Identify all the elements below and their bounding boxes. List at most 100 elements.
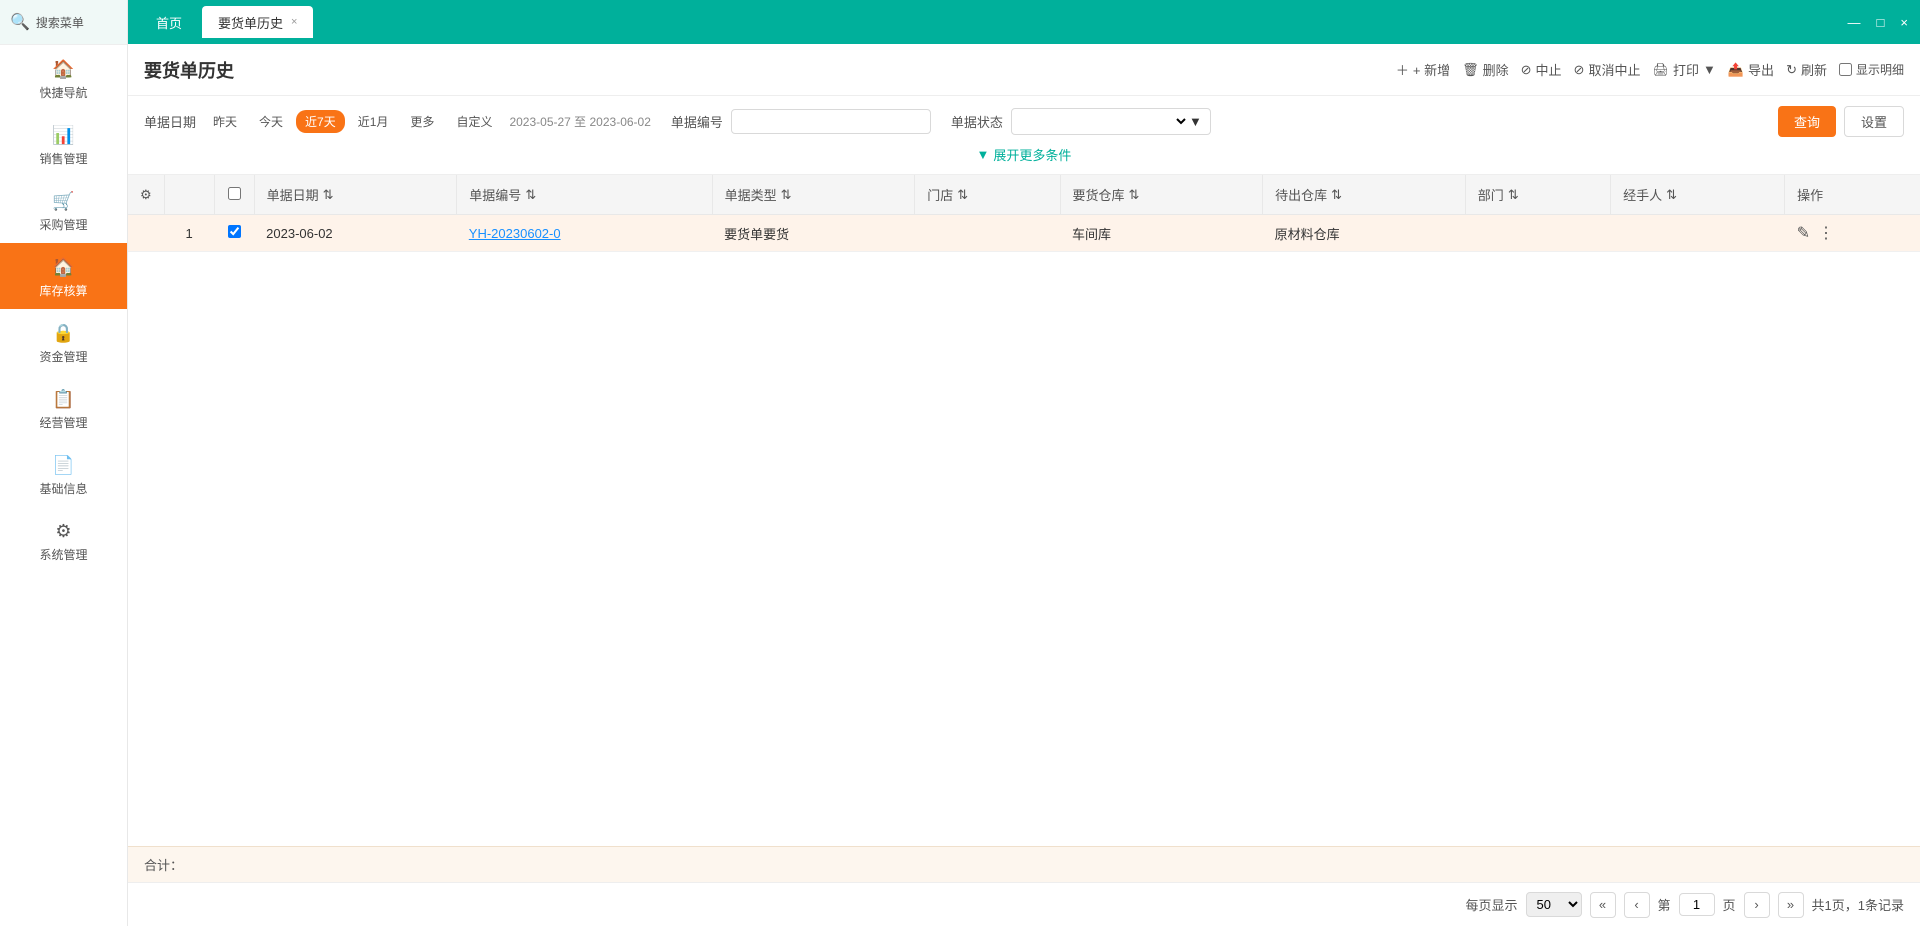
table-container: ⚙ 单据日期 ⇅: [128, 175, 1920, 846]
sidebar-item-label: 经营管理: [39, 414, 87, 431]
window-maximize-button[interactable]: □: [1877, 15, 1885, 30]
td-num: 1: [164, 215, 214, 252]
last-page-button[interactable]: »: [1778, 892, 1804, 918]
edit-action-button[interactable]: ✎: [1797, 223, 1810, 243]
header-actions: ＋ + 新增 🗑 删除 ⊘ 中止 ⊘ 取消中止 🖨 打印: [1396, 60, 1904, 79]
display-detail-check-input[interactable]: [1839, 63, 1852, 76]
td-pending-warehouse: 原材料仓库: [1263, 215, 1466, 252]
th-req-warehouse[interactable]: 要货仓库 ⇅: [1060, 175, 1263, 215]
sidebar-item-inventory[interactable]: 🏠 库存核算: [0, 243, 127, 309]
refresh-button[interactable]: ↻ 刷新: [1786, 60, 1827, 79]
jump-label: 第: [1658, 895, 1671, 914]
tab-home[interactable]: 首页: [140, 6, 198, 38]
prev-page-button[interactable]: ‹: [1624, 892, 1650, 918]
print-icon: 🖨: [1652, 62, 1669, 78]
first-page-button[interactable]: «: [1590, 892, 1616, 918]
td-date: 2023-06-02: [254, 215, 457, 252]
next-page-button[interactable]: ›: [1744, 892, 1770, 918]
last-page-icon: »: [1787, 897, 1794, 912]
sort-icon: ⇅: [1129, 187, 1140, 203]
td-bill-type: 要货单要货: [712, 215, 915, 252]
sidebar-item-label: 库存核算: [39, 282, 87, 299]
expand-label: 展开更多条件: [993, 145, 1071, 164]
th-date[interactable]: 单据日期 ⇅: [254, 175, 457, 215]
th-settings[interactable]: ⚙: [128, 175, 164, 215]
delete-button[interactable]: 🗑 删除: [1462, 60, 1509, 79]
th-action: 操作: [1785, 175, 1920, 215]
th-check: [214, 175, 254, 215]
td-store: [915, 215, 1060, 252]
topbar: 首页 要货单历史 × — □ ×: [128, 0, 1920, 44]
prev-page-icon: ‹: [1634, 897, 1638, 912]
basic-info-icon: 📄: [52, 455, 74, 476]
sort-icon: ⇅: [957, 187, 968, 203]
date-btn-7days[interactable]: 近7天: [296, 110, 345, 133]
date-btn-1month[interactable]: 近1月: [349, 110, 398, 133]
operation-icon: 📋: [52, 389, 74, 410]
sidebar-item-purchase[interactable]: 🛒 采购管理: [0, 177, 127, 243]
th-dept[interactable]: 部门 ⇅: [1465, 175, 1610, 215]
sidebar-search[interactable]: 🔍 搜索菜单: [0, 0, 127, 45]
cancel-stop-button[interactable]: ⊘ 取消中止: [1574, 60, 1641, 79]
th-pending-warehouse[interactable]: 待出仓库 ⇅: [1263, 175, 1466, 215]
td-settings: [128, 215, 164, 252]
sidebar-item-label: 基础信息: [39, 480, 87, 497]
bill-no-link[interactable]: YH-20230602-0: [469, 226, 561, 241]
date-filter-buttons: 昨天 今天 近7天 近1月 更多 自定义: [204, 110, 501, 133]
sidebar-item-finance[interactable]: 🔒 资金管理: [0, 309, 127, 375]
tab-active[interactable]: 要货单历史 ×: [202, 6, 313, 38]
stop-icon: ⊘: [1521, 62, 1532, 78]
sidebar-search-label: 搜索菜单: [36, 14, 84, 31]
display-detail-checkbox[interactable]: 显示明细: [1839, 61, 1904, 78]
select-all-checkbox[interactable]: [228, 187, 241, 200]
sidebar-item-sales[interactable]: 📊 销售管理: [0, 111, 127, 177]
more-action-button[interactable]: ⋮: [1818, 223, 1834, 243]
filter-row-expand: ▼ 展开更多条件: [144, 145, 1904, 164]
home-icon: 🏠: [52, 59, 74, 80]
date-btn-custom[interactable]: 自定义: [447, 110, 501, 133]
query-button[interactable]: 查询: [1778, 106, 1836, 137]
td-action: ✎ ⋮: [1785, 215, 1920, 252]
page-number-input[interactable]: [1679, 893, 1715, 916]
sidebar-item-basic-info[interactable]: 📄 基础信息: [0, 441, 127, 507]
sidebar-item-label: 资金管理: [39, 348, 87, 365]
new-button[interactable]: ＋ + 新增: [1396, 60, 1450, 79]
page-size-select[interactable]: 50 10 20 100: [1526, 892, 1582, 917]
bill-status-label: 单据状态: [951, 112, 1003, 131]
sort-icon: ⇅: [1331, 187, 1342, 203]
th-handler[interactable]: 经手人 ⇅: [1611, 175, 1785, 215]
date-btn-yesterday[interactable]: 昨天: [204, 110, 246, 133]
date-btn-more[interactable]: 更多: [401, 110, 443, 133]
th-bill-type[interactable]: 单据类型 ⇅: [712, 175, 915, 215]
sidebar-item-quick-nav[interactable]: 🏠 快捷导航: [0, 45, 127, 111]
sidebar-item-label: 快捷导航: [39, 84, 87, 101]
sidebar-item-label: 采购管理: [39, 216, 87, 233]
table-body: 1 2023-06-02 YH-20230602-0 要货单要货 车间库 原材料…: [128, 215, 1920, 252]
sidebar-item-label: 销售管理: [39, 150, 87, 167]
settings-button[interactable]: 设置: [1844, 106, 1904, 137]
stop-button[interactable]: ⊘ 中止: [1521, 60, 1562, 79]
topbar-right-actions: — □ ×: [1848, 15, 1908, 30]
date-btn-today[interactable]: 今天: [250, 110, 292, 133]
print-button[interactable]: 🖨 打印 ▼: [1652, 60, 1715, 79]
th-store[interactable]: 门店 ⇅: [915, 175, 1060, 215]
export-button[interactable]: 📤 导出: [1728, 60, 1774, 79]
sidebar-item-system[interactable]: ⚙ 系统管理: [0, 507, 127, 573]
bill-status-select-wrapper[interactable]: ▼: [1011, 108, 1211, 135]
window-close-button[interactable]: ×: [1900, 15, 1908, 30]
th-bill-no[interactable]: 单据编号 ⇅: [457, 175, 712, 215]
row-checkbox[interactable]: [228, 225, 241, 238]
display-detail-label: 显示明细: [1856, 61, 1904, 78]
sort-icon: ⇅: [525, 187, 536, 203]
print-dropdown-icon: ▼: [1703, 62, 1716, 77]
refresh-icon: ↻: [1786, 62, 1797, 78]
expand-filter-button[interactable]: ▼ 展开更多条件: [977, 145, 1072, 164]
bill-number-input[interactable]: [731, 109, 931, 134]
tab-close-icon[interactable]: ×: [291, 16, 297, 28]
sidebar-item-operation[interactable]: 📋 经营管理: [0, 375, 127, 441]
first-page-icon: «: [1599, 897, 1606, 912]
td-bill-no: YH-20230602-0: [457, 215, 712, 252]
window-minimize-button[interactable]: —: [1848, 15, 1861, 30]
search-icon: 🔍: [10, 12, 30, 32]
bill-status-select[interactable]: [1020, 113, 1189, 130]
